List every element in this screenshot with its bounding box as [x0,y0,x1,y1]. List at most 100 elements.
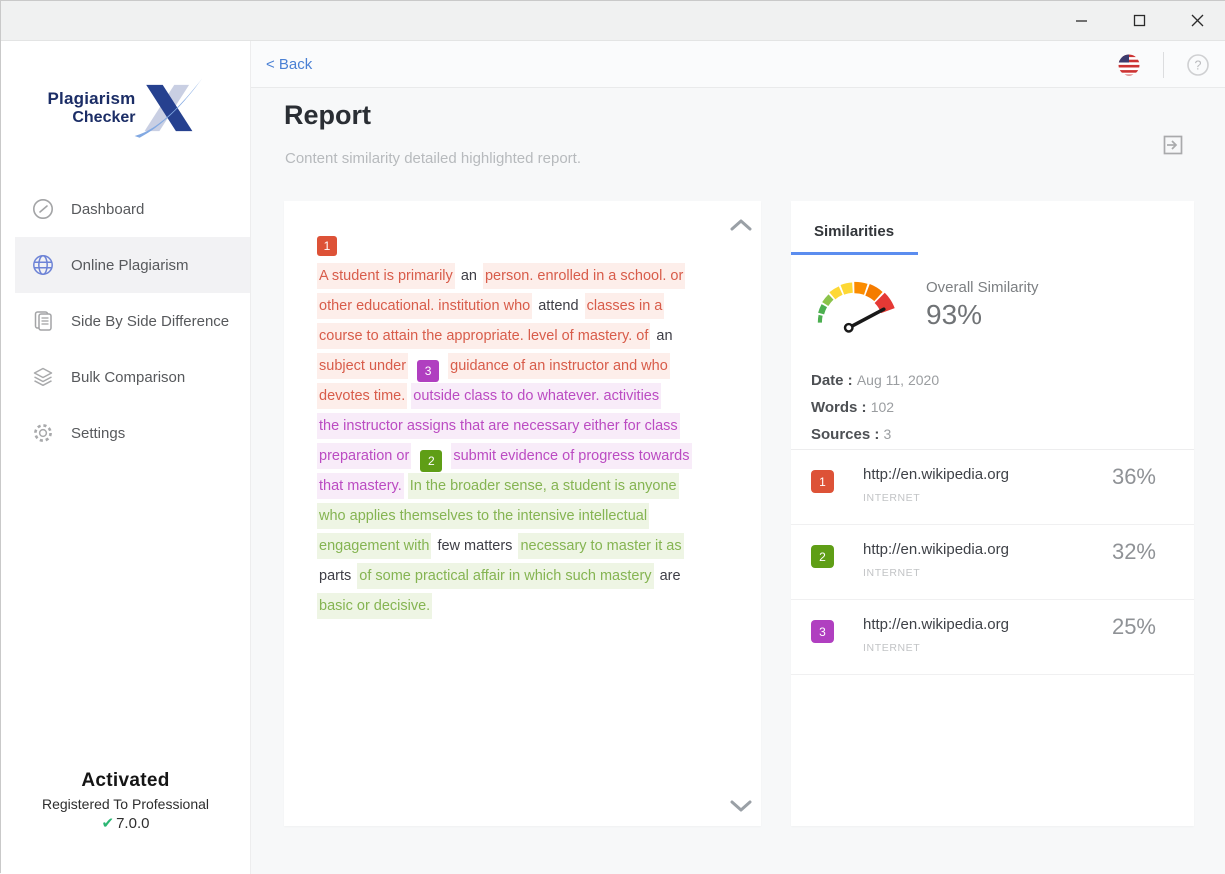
plain-text-segment: few matters [435,533,514,559]
highlighted-segment-red: course to attain the appropriate. level … [317,323,650,349]
document-line: that mastery. In the broader sense, a st… [317,471,737,501]
scroll-down-icon[interactable] [729,798,753,814]
source-percent: 36% [1112,464,1156,490]
sidebar-item-label: Side By Side Difference [71,313,229,330]
back-link[interactable]: < Back [266,56,312,73]
document-line: course to attain the appropriate. level … [317,321,737,351]
check-icon: ✔ [102,814,115,832]
app-logo: Plagiarism Checker [1,63,250,153]
overall-similarity-label: Overall Similarity [926,279,1039,296]
source-row-1[interactable]: 1 http://en.wikipedia.org INTERNET 36% [791,450,1194,525]
source-number-badge: 1 [811,470,834,493]
close-button[interactable] [1168,1,1225,40]
tab-active-indicator [791,252,918,255]
sidebar-item-settings[interactable]: Settings [1,405,250,461]
gear-icon [31,421,55,445]
source-marker-badge-2[interactable]: 2 [420,450,442,472]
meta-label: Date : [811,372,857,389]
document-panel: 1 A student is primarily an person. enrol… [284,201,761,826]
sources-list: 1 http://en.wikipedia.org INTERNET 36% 2 http… [791,450,1194,675]
sidebar-nav: Dashboard Online Plagiarism Side By Side D… [1,181,250,461]
sidebar-item-label: Dashboard [71,201,144,218]
layers-icon [31,365,55,389]
highlighted-segment-red: person. enrolled in a school. or [483,263,685,289]
speedometer-icon [31,197,55,221]
sidebar-item-label: Online Plagiarism [71,257,189,274]
overall-similarity-value: 93% [926,299,982,331]
highlighted-segment-green: engagement with [317,533,431,559]
source-type: INTERNET [863,492,920,504]
page-title: Report [284,100,371,131]
export-report-icon[interactable] [1161,133,1185,157]
source-url[interactable]: http://en.wikipedia.org [863,541,1009,558]
sidebar-item-label: Settings [71,425,125,442]
topbar: < Back ? [251,41,1225,88]
similarity-gauge-icon [807,269,907,340]
activation-title: Activated [1,770,250,792]
highlighted-segment-green: In the broader sense, a student is anyon… [408,473,679,499]
plain-text-segment: parts [317,563,353,589]
highlighted-segment-green: basic or decisive. [317,593,432,619]
plain-text-segment: attend [536,293,580,319]
help-icon[interactable]: ? [1186,53,1210,77]
tab-similarities[interactable]: Similarities [791,201,894,240]
plain-text-segment: an [654,323,674,349]
main-content: Report Content similarity detailed highl… [251,88,1225,874]
source-row-2[interactable]: 2 http://en.wikipedia.org INTERNET 32% [791,525,1194,600]
source-number-badge: 2 [811,545,834,568]
activation-registered: Registered To Professional [1,796,250,812]
report-meta: Date : Aug 11, 2020 Words : 102Sources : … [811,367,939,448]
document-line: engagement with few matters necessary to… [317,531,737,561]
us-flag-icon[interactable] [1117,53,1141,77]
document-line: basic or decisive. [317,591,737,621]
highlighted-segment-purple: preparation or [317,443,411,469]
minimize-button[interactable] [1052,1,1110,40]
scroll-up-icon[interactable] [729,217,753,233]
highlighted-segment-red: devotes time. [317,383,407,409]
sidebar-item-bulk-comparison[interactable]: Bulk Comparison [1,349,250,405]
highlighted-segment-green: necessary to master it as [518,533,683,559]
document-line: subject under 3 guidance of an instructo… [317,351,737,381]
meta-value: Aug 11, 2020 [857,372,939,388]
source-row-3[interactable]: 3http://en.wikipedia.orgINTERNET25% [791,600,1194,675]
document-line: who applies themselves to the intensive … [317,501,737,531]
source-type: INTERNET [863,567,920,579]
highlighted-segment-green: of some practical affair in which such m… [357,563,653,589]
source-marker-badge-1[interactable]: 1 [317,236,337,256]
topbar-separator [1163,52,1164,78]
source-url[interactable]: http://en.wikipedia.org [863,466,1009,483]
sidebar-item-label: Bulk Comparison [71,369,185,386]
maximize-button[interactable] [1110,1,1168,40]
highlighted-segment-red: guidance of an instructor and who [448,353,670,379]
sidebar-item-online-plagiarism[interactable]: Online Plagiarism [15,237,250,293]
highlighted-segment-red: A student is primarily [317,263,455,289]
window-titlebar [1,1,1225,41]
source-marker-badge-3[interactable]: 3 [417,360,439,382]
source-number-badge: 3 [811,620,834,643]
sidebar: Plagiarism Checker Dashboard Online Plagi… [1,41,251,874]
app-version: 7.0.0 [116,815,149,832]
document-line: the instructor assigns that are necessar… [317,411,737,441]
source-percent: 25% [1112,614,1156,640]
svg-text:?: ? [1195,58,1202,72]
activation-status: Activated Registered To Professional ✔ 7… [1,770,250,832]
document-line: other educational. institution who atten… [317,291,737,321]
meta-label: Words : [811,399,871,416]
document-line: 1 [317,231,737,261]
meta-row-words-: Words : 102 [811,394,939,421]
meta-row-sources-: Sources : 3 [811,421,939,448]
highlighted-segment-red: classes in a [585,293,665,319]
highlighted-segment-purple: that mastery. [317,473,404,499]
document-line: parts of some practical affair in which … [317,561,737,591]
globe-icon [31,253,55,277]
sidebar-item-side-by-side-difference[interactable]: Side By Side Difference [1,293,250,349]
sidebar-item-dashboard[interactable]: Dashboard [1,181,250,237]
document-line: preparation or 2 submit evidence of prog… [317,441,737,471]
plain-text-segment: an [459,263,479,289]
page-subtitle: Content similarity detailed highlighted … [285,150,581,167]
source-url[interactable]: http://en.wikipedia.org [863,616,1009,633]
document-line: devotes time. outside class to do whatev… [317,381,737,411]
source-percent: 32% [1112,539,1156,565]
similarities-panel: Similarities Overall Similarity 93% Date… [791,201,1194,826]
highlighted-segment-purple: outside class to do whatever. activities [411,383,661,409]
